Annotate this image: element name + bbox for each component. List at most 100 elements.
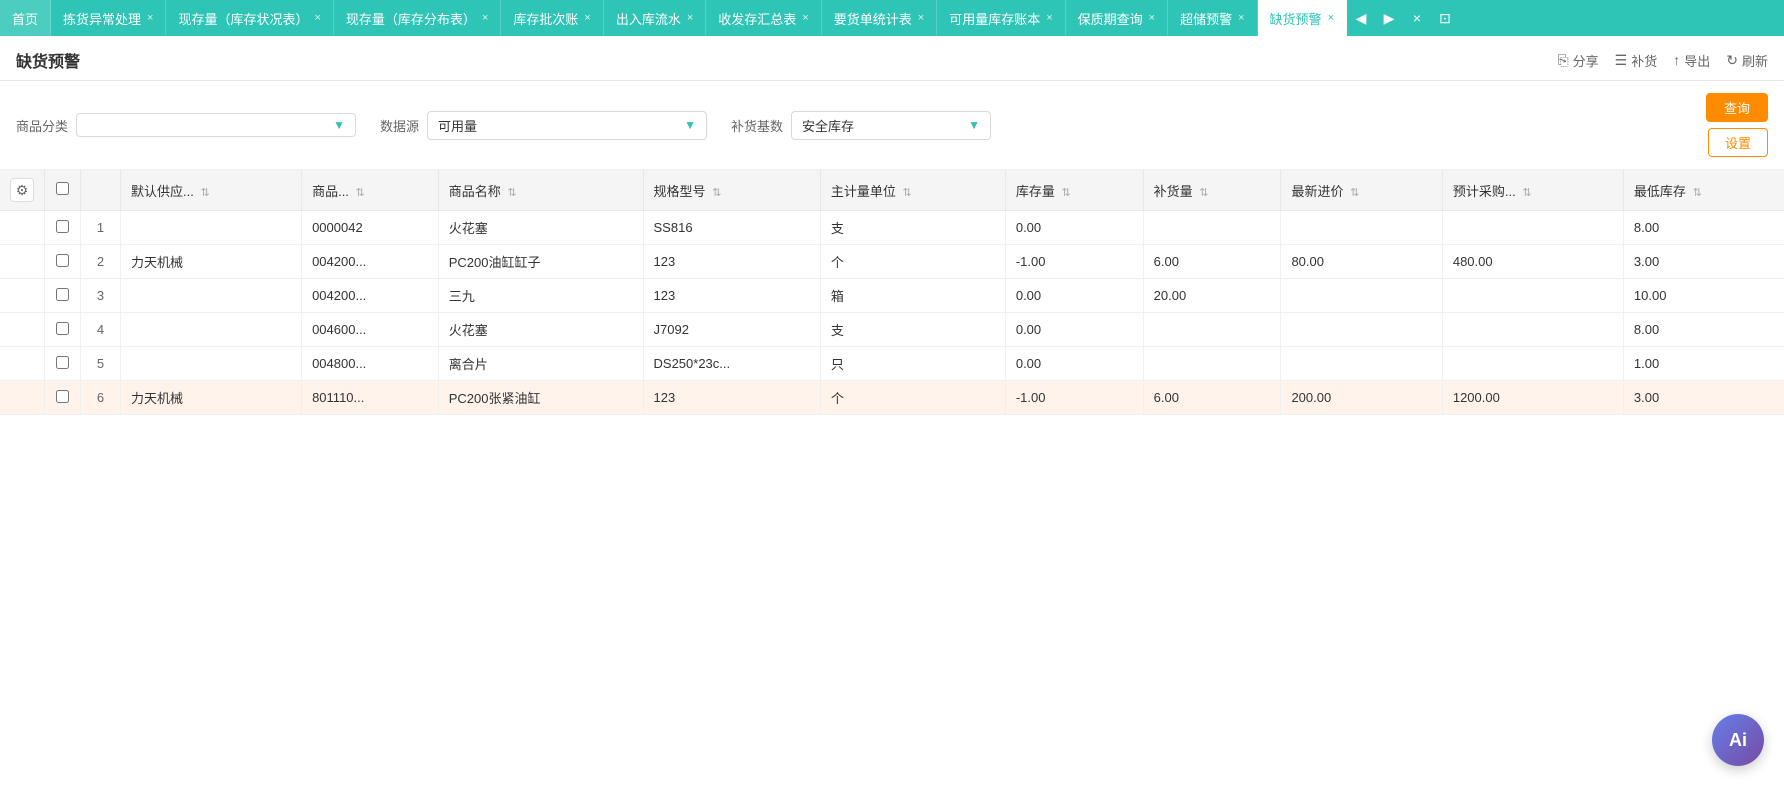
col-header-replenish-qty: 补货量 ⇅ (1143, 170, 1281, 211)
column-settings-btn[interactable]: ⚙ (10, 178, 34, 202)
row-replenish-qty: 6.00 (1143, 381, 1281, 415)
tab-expand-btn[interactable]: ⊡ (1431, 0, 1459, 36)
replenish-button[interactable]: ☰ 补货 (1615, 51, 1658, 70)
row-checkbox-1[interactable] (56, 254, 69, 267)
col-header-supplier: 默认供应... ⇅ (121, 170, 302, 211)
row-replenish-qty (1143, 211, 1281, 245)
tab-close-exception[interactable]: × (147, 12, 153, 24)
category-dropdown-icon: ▼ (333, 118, 345, 132)
tab-close-expiry-query[interactable]: × (1149, 12, 1155, 24)
header-actions: ⎘ 分享 ☰ 补货 ↑ 导出 ↻ 刷新 (1557, 51, 1768, 70)
row-unit: 箱 (820, 279, 1005, 313)
export-button[interactable]: ↑ 导出 (1673, 51, 1710, 70)
row-checkbox-0[interactable] (56, 220, 69, 233)
row-stock: 0.00 (1005, 347, 1143, 381)
row-replenish-qty (1143, 347, 1281, 381)
tab-inventory-status[interactable]: 现存量（库存状况表） × (166, 0, 333, 36)
tab-home[interactable]: 首页 (0, 0, 51, 36)
row-checkbox-cell (45, 313, 81, 347)
tab-close-shortage[interactable]: × (1328, 12, 1334, 24)
row-product-name: 三九 (438, 279, 643, 313)
row-spec: DS250*23c... (643, 347, 820, 381)
datasource-select[interactable]: 可用量 ▼ (427, 111, 707, 140)
filter-bar: 商品分类 ▼ 数据源 可用量 ▼ 补货基数 安全库存 ▼ 查询 设置 (0, 81, 1784, 170)
query-button[interactable]: 查询 (1706, 93, 1768, 122)
row-checkbox-cell (45, 347, 81, 381)
tab-close-collect-summary[interactable]: × (802, 12, 808, 24)
tab-close-demand-stats[interactable]: × (918, 12, 924, 24)
row-checkbox-3[interactable] (56, 322, 69, 335)
refresh-icon: ↻ (1726, 52, 1738, 69)
row-unit: 支 (820, 211, 1005, 245)
row-checkbox-cell (45, 381, 81, 415)
ai-badge[interactable]: Ai (1712, 714, 1764, 766)
sort-latest-price-icon[interactable]: ⇅ (1350, 187, 1359, 199)
sort-supplier-icon[interactable]: ⇅ (200, 187, 209, 199)
refresh-button[interactable]: ↻ 刷新 (1726, 51, 1768, 70)
row-min-stock: 1.00 (1623, 347, 1784, 381)
tab-collect-summary[interactable]: 收发存汇总表 × (706, 0, 821, 36)
row-unit: 个 (820, 245, 1005, 279)
row-supplier (121, 279, 302, 313)
sort-estimated-purchase-icon[interactable]: ⇅ (1522, 187, 1531, 199)
col-header-latest-price: 最新进价 ⇅ (1281, 170, 1442, 211)
replenish-base-dropdown-icon: ▼ (968, 118, 980, 132)
row-unit: 个 (820, 381, 1005, 415)
datasource-dropdown-icon: ▼ (684, 118, 696, 132)
row-stock: -1.00 (1005, 245, 1143, 279)
export-icon: ↑ (1673, 52, 1680, 68)
tab-available-ledger[interactable]: 可用量库存账本 × (937, 0, 1065, 36)
replenish-base-select[interactable]: 安全库存 ▼ (791, 111, 991, 140)
row-latest-price (1281, 211, 1442, 245)
tab-in-out-flow[interactable]: 出入库流水 × (604, 0, 706, 36)
tab-close-available-ledger[interactable]: × (1046, 12, 1052, 24)
category-select[interactable]: ▼ (76, 113, 356, 137)
sort-stock-icon[interactable]: ⇅ (1061, 187, 1070, 199)
page-content: 缺货预警 ⎘ 分享 ☰ 补货 ↑ 导出 ↻ 刷新 商品分类 (0, 36, 1784, 796)
sort-replenish-qty-icon[interactable]: ⇅ (1199, 187, 1208, 199)
data-table: ⚙ 默认供应... ⇅ 商品... ⇅ 商品名称 (0, 170, 1784, 415)
row-supplier: 力天机械 (121, 245, 302, 279)
page-title: 缺货预警 (16, 48, 80, 72)
sort-product-code-icon[interactable]: ⇅ (356, 187, 365, 199)
share-button[interactable]: ⎘ 分享 (1557, 51, 1598, 70)
row-checkbox-5[interactable] (56, 390, 69, 403)
row-latest-price (1281, 347, 1442, 381)
tab-inventory-dist[interactable]: 现存量（库存分布表） × (334, 0, 501, 36)
select-all-checkbox[interactable] (56, 182, 69, 195)
row-checkbox-4[interactable] (56, 356, 69, 369)
table-row: 6 力天机械 801110... PC200张紧油缸 123 个 -1.00 6… (0, 381, 1784, 415)
tab-close-overstock[interactable]: × (1238, 12, 1244, 24)
tab-close-inventory-status[interactable]: × (314, 12, 320, 24)
table-header-row: ⚙ 默认供应... ⇅ 商品... ⇅ 商品名称 (0, 170, 1784, 211)
row-replenish-qty: 6.00 (1143, 245, 1281, 279)
sort-min-stock-icon[interactable]: ⇅ (1693, 187, 1702, 199)
row-min-stock: 3.00 (1623, 245, 1784, 279)
row-replenish-qty (1143, 313, 1281, 347)
sort-unit-icon[interactable]: ⇅ (902, 187, 911, 199)
tab-overstock[interactable]: 超储预警 × (1168, 0, 1257, 36)
tab-exception[interactable]: 拣货异常处理 × (51, 0, 166, 36)
tab-next-btn[interactable]: ▶ (1375, 0, 1403, 36)
tab-demand-stats[interactable]: 要货单统计表 × (822, 0, 937, 36)
tab-shortage[interactable]: 缺货预警 × (1258, 0, 1347, 36)
row-stock: 0.00 (1005, 211, 1143, 245)
settings-button[interactable]: 设置 (1708, 128, 1768, 157)
tab-prev-btn[interactable]: ◀ (1347, 0, 1375, 36)
row-product-code: 004200... (302, 245, 439, 279)
tab-close-batch-account[interactable]: × (584, 12, 590, 24)
tab-close-in-out-flow[interactable]: × (687, 12, 693, 24)
row-stock: 0.00 (1005, 313, 1143, 347)
row-latest-price: 80.00 (1281, 245, 1442, 279)
row-product-code: 801110... (302, 381, 439, 415)
row-checkbox-2[interactable] (56, 288, 69, 301)
sort-product-name-icon[interactable]: ⇅ (507, 187, 516, 199)
tab-close-all-btn[interactable]: × (1403, 0, 1431, 36)
row-min-stock: 3.00 (1623, 381, 1784, 415)
share-icon: ⎘ (1557, 52, 1568, 69)
row-index: 5 (81, 347, 121, 381)
tab-close-inventory-dist[interactable]: × (482, 12, 488, 24)
tab-expiry-query[interactable]: 保质期查询 × (1066, 0, 1168, 36)
tab-batch-account[interactable]: 库存批次账 × (501, 0, 603, 36)
sort-spec-icon[interactable]: ⇅ (712, 187, 721, 199)
